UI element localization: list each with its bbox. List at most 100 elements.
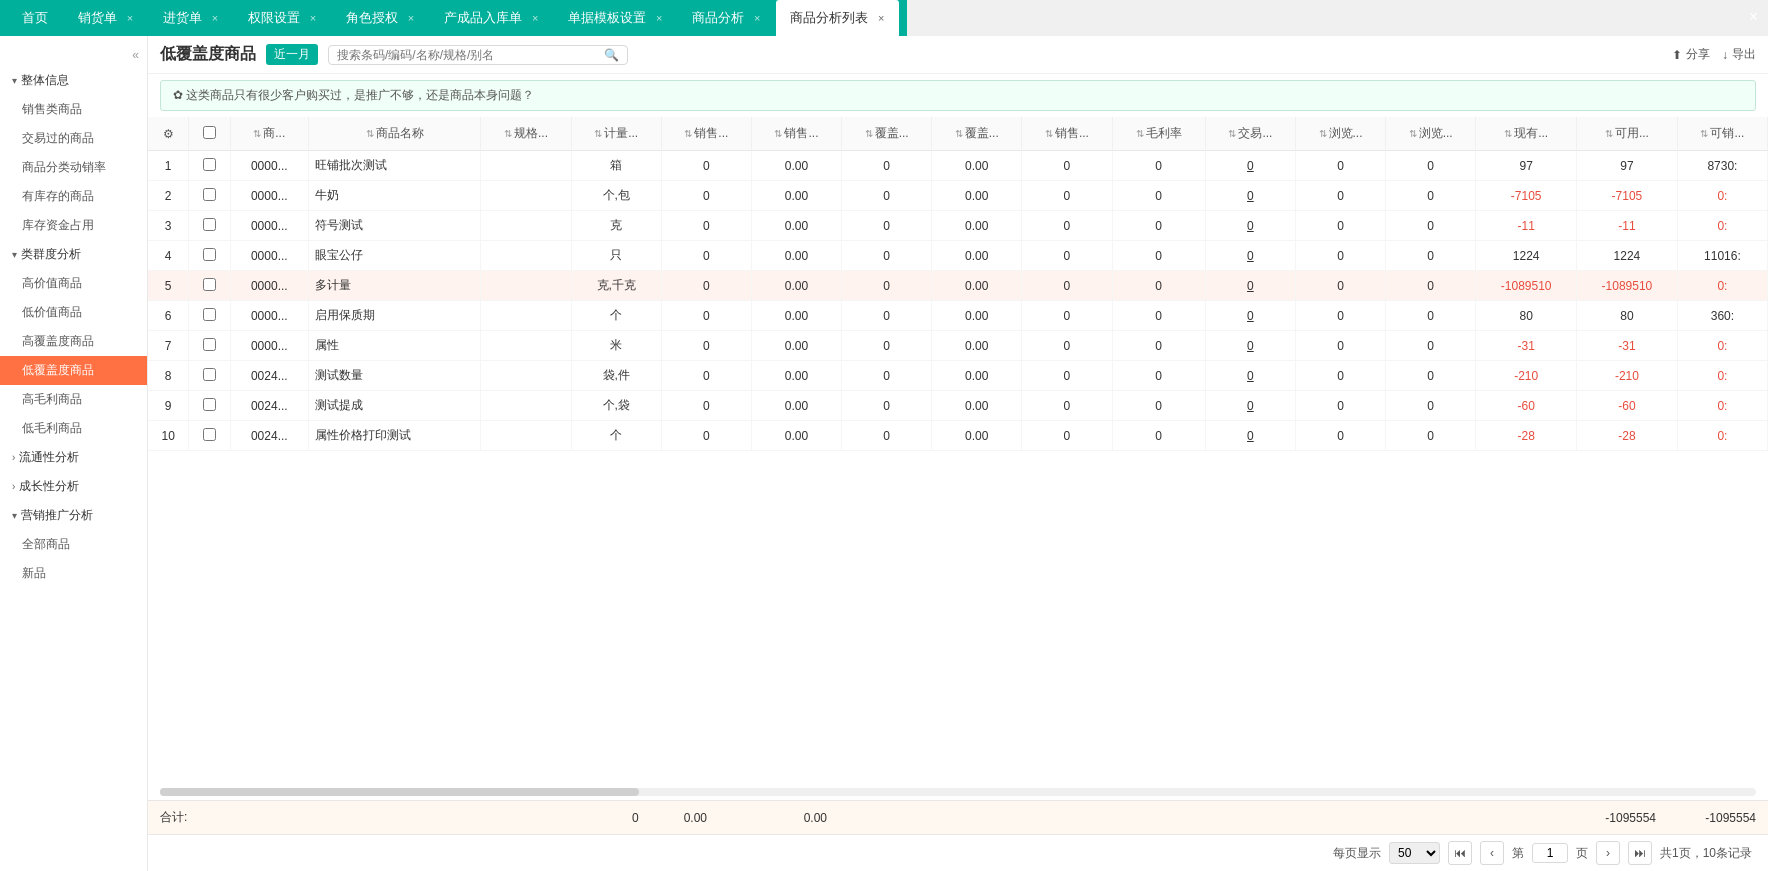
nav-tab-purchase[interactable]: 进货单 ×: [149, 0, 232, 36]
select-all-checkbox[interactable]: [203, 126, 216, 139]
row-checkbox[interactable]: [203, 278, 216, 291]
nav-tab-template-close[interactable]: ×: [656, 12, 662, 24]
scrollbar-thumb[interactable]: [160, 788, 639, 796]
row-checkbox[interactable]: [203, 248, 216, 261]
nav-tab-analysis-list-close[interactable]: ×: [878, 12, 884, 24]
sidebar-item-sales-goods[interactable]: 销售类商品: [0, 95, 147, 124]
settings-icon[interactable]: ⚙: [163, 127, 174, 141]
page-input[interactable]: [1532, 843, 1568, 863]
nav-tab-home[interactable]: 首页: [8, 0, 62, 36]
nav-tab-product[interactable]: 产成品入库单 ×: [430, 0, 552, 36]
trade-link[interactable]: 0: [1247, 279, 1254, 293]
page-end-label: 页: [1576, 845, 1588, 862]
nav-tab-purchase-close[interactable]: ×: [212, 12, 218, 24]
table-row: 80024...测试数量袋,件00.0000.0000000-210-2100:: [148, 361, 1768, 391]
last-page-button[interactable]: ⏭: [1628, 841, 1652, 865]
table-row: 40000...眼宝公仔只00.0000.0000000122412241101…: [148, 241, 1768, 271]
col-trade[interactable]: ⇅ 交易...: [1205, 117, 1295, 151]
sidebar-item-capital[interactable]: 库存资金占用: [0, 211, 147, 240]
search-box: 🔍: [328, 45, 628, 65]
col-unit[interactable]: ⇅ 计量...: [571, 117, 661, 151]
nav-tab-product-close[interactable]: ×: [532, 12, 538, 24]
period-tag[interactable]: 近一月: [266, 44, 318, 65]
sidebar-section-growth[interactable]: › 成长性分析: [0, 472, 147, 501]
trade-link[interactable]: 0: [1247, 399, 1254, 413]
sidebar-item-high-value[interactable]: 高价值商品: [0, 269, 147, 298]
per-page-select[interactable]: 50 20 100 200: [1389, 842, 1440, 864]
sidebar-item-all-goods[interactable]: 全部商品: [0, 530, 147, 559]
col-sales2[interactable]: ⇅ 销售...: [751, 117, 841, 151]
col-browse1[interactable]: ⇅ 浏览...: [1295, 117, 1385, 151]
first-page-button[interactable]: ⏮: [1448, 841, 1472, 865]
sidebar-section-category[interactable]: ▾ 类群度分析: [0, 240, 147, 269]
export-button[interactable]: ↓ 导出: [1722, 46, 1756, 63]
total-current: -1095554: [1576, 811, 1656, 825]
row-checkbox[interactable]: [203, 398, 216, 411]
row-checkbox[interactable]: [203, 218, 216, 231]
sidebar-item-new-goods[interactable]: 新品: [0, 559, 147, 588]
nav-tab-role-close[interactable]: ×: [408, 12, 414, 24]
sidebar-item-in-stock[interactable]: 有库存的商品: [0, 182, 147, 211]
nav-tab-analysis-list[interactable]: 商品分析列表 ×: [776, 0, 898, 36]
trade-link[interactable]: 0: [1247, 189, 1254, 203]
sidebar: « ▾ 整体信息 销售类商品 交易过的商品 商品分类动销率 有库存的商品 库存资…: [0, 36, 148, 871]
nav-tab-template[interactable]: 单据模板设置 ×: [554, 0, 676, 36]
horizontal-scrollbar[interactable]: [160, 788, 1756, 796]
top-navigation: 首页 销货单 × 进货单 × 权限设置 × 角色授权 × 产成品入库单 × 单据…: [0, 0, 907, 36]
sidebar-item-high-profit[interactable]: 高毛利商品: [0, 385, 147, 414]
sidebar-item-low-value[interactable]: 低价值商品: [0, 298, 147, 327]
share-button[interactable]: ⬆ 分享: [1672, 46, 1710, 63]
trade-link[interactable]: 0: [1247, 339, 1254, 353]
col-browse2[interactable]: ⇅ 浏览...: [1386, 117, 1476, 151]
nav-tab-permission[interactable]: 权限设置 ×: [234, 0, 330, 36]
table-row: 20000...牛奶个,包00.0000.0000000-7105-71050:: [148, 181, 1768, 211]
col-sales1[interactable]: ⇅ 销售...: [661, 117, 751, 151]
col-cover1[interactable]: ⇅ 覆盖...: [842, 117, 932, 151]
row-checkbox[interactable]: [203, 338, 216, 351]
next-page-button[interactable]: ›: [1596, 841, 1620, 865]
page-label: 第: [1512, 845, 1524, 862]
col-margin[interactable]: ⇅ 毛利率: [1112, 117, 1205, 151]
col-sales3[interactable]: ⇅ 销售...: [1022, 117, 1112, 151]
nav-tab-permission-close[interactable]: ×: [310, 12, 316, 24]
col-spec[interactable]: ⇅ 规格...: [481, 117, 571, 151]
sidebar-item-low-coverage[interactable]: 低覆盖度商品: [0, 356, 147, 385]
nav-tab-analysis[interactable]: 商品分析 ×: [678, 0, 774, 36]
nav-tab-sales-close[interactable]: ×: [127, 12, 133, 24]
nav-tab-role[interactable]: 角色授权 ×: [332, 0, 428, 36]
col-name[interactable]: ⇅ 商品名称: [309, 117, 481, 151]
row-checkbox[interactable]: [203, 428, 216, 441]
trade-link[interactable]: 0: [1247, 429, 1254, 443]
search-input[interactable]: [337, 48, 600, 62]
sidebar-section-marketing[interactable]: ▾ 营销推广分析: [0, 501, 147, 530]
sidebar-item-category-rate[interactable]: 商品分类动销率: [0, 153, 147, 182]
sidebar-item-low-profit[interactable]: 低毛利商品: [0, 414, 147, 443]
row-checkbox[interactable]: [203, 308, 216, 321]
col-checkbox[interactable]: [189, 117, 230, 151]
sidebar-item-traded-goods[interactable]: 交易过的商品: [0, 124, 147, 153]
row-checkbox[interactable]: [203, 188, 216, 201]
trade-link[interactable]: 0: [1247, 249, 1254, 263]
sidebar-collapse-btn[interactable]: «: [0, 44, 147, 66]
trade-link[interactable]: 0: [1247, 309, 1254, 323]
nav-tab-sales[interactable]: 销货单 ×: [64, 0, 147, 36]
col-available[interactable]: ⇅ 可用...: [1577, 117, 1678, 151]
prev-page-button[interactable]: ‹: [1480, 841, 1504, 865]
col-current[interactable]: ⇅ 现有...: [1476, 117, 1577, 151]
sidebar-item-high-coverage[interactable]: 高覆盖度商品: [0, 327, 147, 356]
trade-link[interactable]: 0: [1247, 219, 1254, 233]
col-settings[interactable]: ⚙: [148, 117, 189, 151]
sidebar-section-overall[interactable]: ▾ 整体信息: [0, 66, 147, 95]
collapse-icon: «: [132, 48, 139, 62]
col-sellable[interactable]: ⇅ 可销...: [1677, 117, 1767, 151]
window-close-icon[interactable]: ×: [1749, 8, 1758, 26]
col-code[interactable]: ⇅ 商...: [230, 117, 309, 151]
trade-link[interactable]: 0: [1247, 159, 1254, 173]
trade-link[interactable]: 0: [1247, 369, 1254, 383]
sidebar-section-circulation[interactable]: › 流通性分析: [0, 443, 147, 472]
per-page-label: 每页显示: [1333, 845, 1381, 862]
nav-tab-analysis-close[interactable]: ×: [754, 12, 760, 24]
row-checkbox[interactable]: [203, 158, 216, 171]
col-cover2[interactable]: ⇅ 覆盖...: [932, 117, 1022, 151]
row-checkbox[interactable]: [203, 368, 216, 381]
